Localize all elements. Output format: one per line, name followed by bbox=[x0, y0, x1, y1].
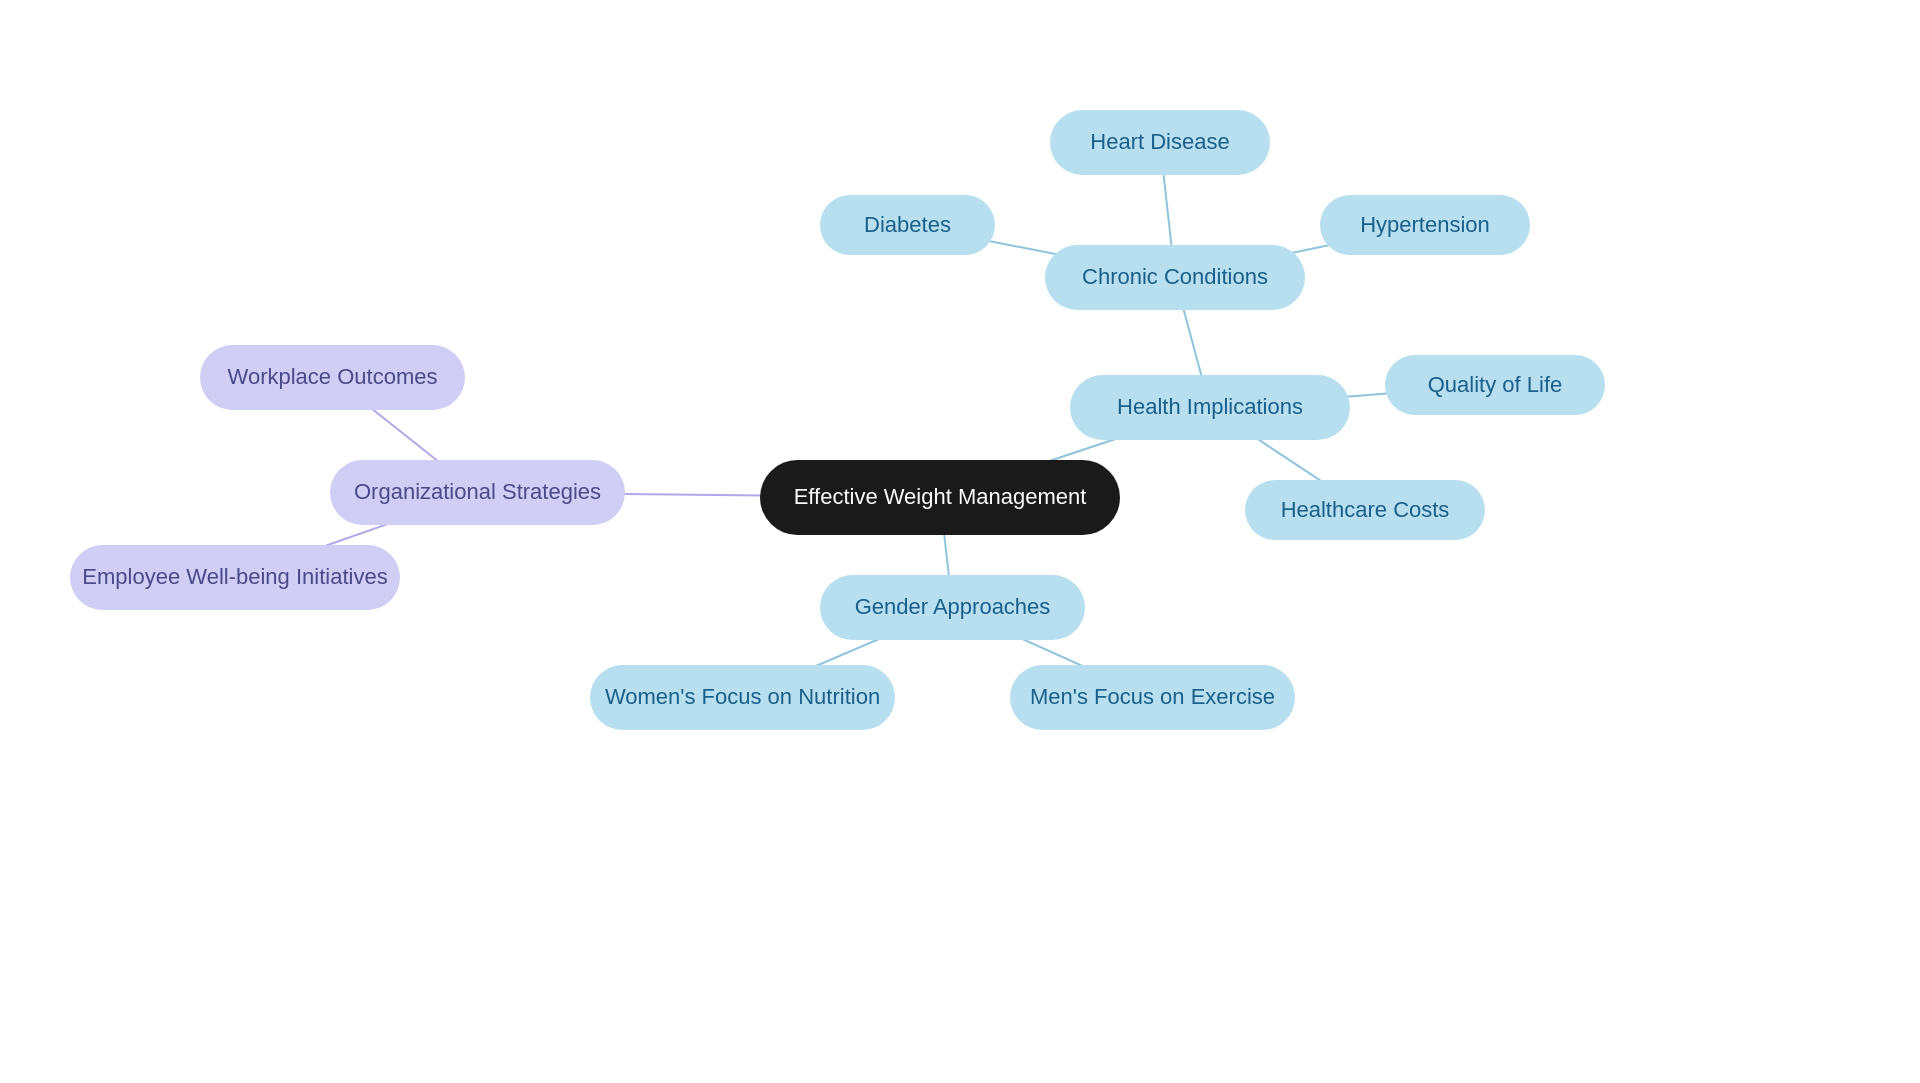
organizational-strategies-node[interactable]: Organizational Strategies bbox=[330, 460, 625, 525]
diabetes-node[interactable]: Diabetes bbox=[820, 195, 995, 255]
center-node[interactable]: Effective Weight Management bbox=[760, 460, 1120, 535]
workplace-outcomes-label: Workplace Outcomes bbox=[228, 363, 438, 392]
hypertension-node[interactable]: Hypertension bbox=[1320, 195, 1530, 255]
heart-disease-label: Heart Disease bbox=[1090, 128, 1229, 157]
health-implications-node[interactable]: Health Implications bbox=[1070, 375, 1350, 440]
womens-focus-label: Women's Focus on Nutrition bbox=[605, 683, 880, 712]
diabetes-label: Diabetes bbox=[864, 211, 951, 240]
chronic-conditions-label: Chronic Conditions bbox=[1082, 263, 1268, 292]
heart-disease-node[interactable]: Heart Disease bbox=[1050, 110, 1270, 175]
chronic-conditions-node[interactable]: Chronic Conditions bbox=[1045, 245, 1305, 310]
mens-focus-node[interactable]: Men's Focus on Exercise bbox=[1010, 665, 1295, 730]
hypertension-label: Hypertension bbox=[1360, 211, 1490, 240]
mens-focus-label: Men's Focus on Exercise bbox=[1030, 683, 1275, 712]
gender-approaches-node[interactable]: Gender Approaches bbox=[820, 575, 1085, 640]
organizational-strategies-label: Organizational Strategies bbox=[354, 478, 601, 507]
healthcare-costs-node[interactable]: Healthcare Costs bbox=[1245, 480, 1485, 540]
womens-focus-node[interactable]: Women's Focus on Nutrition bbox=[590, 665, 895, 730]
health-implications-label: Health Implications bbox=[1117, 393, 1303, 422]
center-label: Effective Weight Management bbox=[794, 483, 1087, 512]
quality-of-life-label: Quality of Life bbox=[1428, 371, 1563, 400]
workplace-outcomes-node[interactable]: Workplace Outcomes bbox=[200, 345, 465, 410]
gender-approaches-label: Gender Approaches bbox=[855, 593, 1051, 622]
quality-of-life-node[interactable]: Quality of Life bbox=[1385, 355, 1605, 415]
employee-wellbeing-label: Employee Well-being Initiatives bbox=[82, 563, 387, 592]
healthcare-costs-label: Healthcare Costs bbox=[1281, 496, 1450, 525]
employee-wellbeing-node[interactable]: Employee Well-being Initiatives bbox=[70, 545, 400, 610]
